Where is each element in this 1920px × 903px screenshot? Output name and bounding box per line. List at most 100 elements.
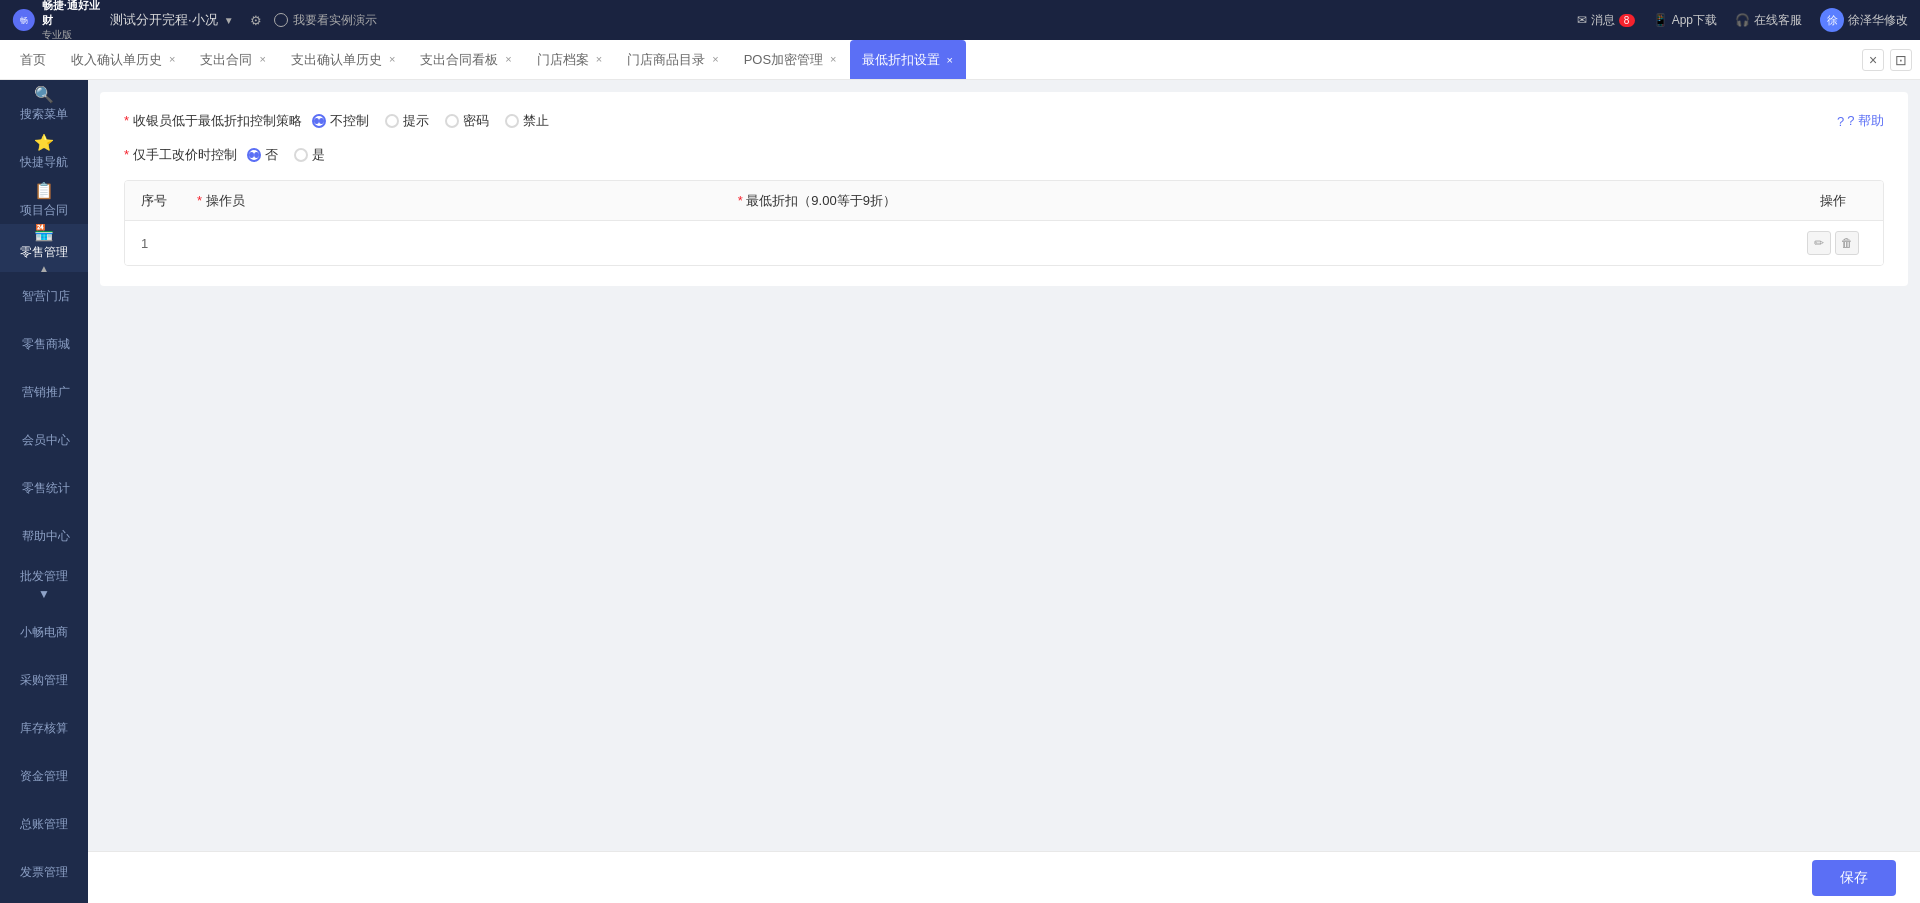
manual-required-mark: * [124, 147, 129, 162]
tab-payment-contract-close[interactable]: × [259, 54, 265, 65]
sidebar-item-capital-label: 资金管理 [20, 768, 68, 785]
sidebar-item-tax[interactable]: 税务管理 [0, 896, 88, 903]
project-arrow-icon: ▼ [224, 15, 234, 26]
logo: 畅 畅捷·通好业财 专业版 [12, 0, 100, 42]
demo-button[interactable]: 我要看实例演示 [274, 12, 377, 29]
online-service-label: 在线客服 [1754, 12, 1802, 29]
phone-icon: 📱 [1653, 13, 1668, 27]
settings-button[interactable]: ⚙ [250, 13, 262, 28]
radio-manual-yes[interactable]: 是 [294, 146, 325, 164]
tab-close-button[interactable]: × [1862, 49, 1884, 71]
tab-expand-button[interactable]: ⊡ [1890, 49, 1912, 71]
sidebar-item-help[interactable]: 帮助中心 [0, 512, 88, 560]
tabbar-actions: × ⊡ [1862, 49, 1912, 71]
tab-store-archive[interactable]: 门店档案 × [525, 40, 615, 80]
sidebar-item-purchase-label: 采购管理 [20, 672, 68, 689]
row-delete-button[interactable]: 🗑 [1835, 231, 1859, 255]
manual-control-label: * 仅手工改价时控制 [124, 146, 237, 164]
logo-icon: 畅 [12, 6, 36, 34]
tab-pos-encrypt[interactable]: POS加密管理 × [732, 40, 850, 80]
radio-password-circle [445, 114, 459, 128]
sidebar-item-search[interactable]: 🔍 搜索菜单 [0, 80, 88, 128]
sidebar-item-member[interactable]: 会员中心 [0, 416, 88, 464]
sidebar-item-retail-mall-label: 零售商城 [22, 336, 70, 353]
tab-store-archive-label: 门店档案 [537, 51, 589, 69]
tab-income-history-close[interactable]: × [169, 54, 175, 65]
th-operator: * 操作员 [185, 192, 726, 210]
tab-income-history[interactable]: 收入确认单历史 × [59, 40, 188, 80]
app-download-button[interactable]: 📱 App下载 [1653, 12, 1717, 29]
help-link[interactable]: ? ? 帮助 [1837, 112, 1884, 130]
help-label: ? 帮助 [1847, 112, 1884, 130]
page-content: * 收银员低于最低折扣控制策略 不控制 提示 [88, 80, 1920, 851]
sidebar-item-shortcut[interactable]: ⭐ 快捷导航 [0, 128, 88, 176]
sidebar: 🔍 搜索菜单 ⭐ 快捷导航 📋 项目合同 🏪 零售管理 ▲ 智营门店 零售商城 … [0, 80, 88, 903]
sidebar-item-purchase[interactable]: 采购管理 [0, 656, 88, 704]
sidebar-item-wholesale[interactable]: 批发管理 ▼ [0, 560, 88, 608]
tab-payment-board-label: 支出合同看板 [420, 51, 498, 69]
sidebar-item-inventory-label: 库存核算 [20, 720, 68, 737]
save-button[interactable]: 保存 [1812, 860, 1896, 896]
tab-min-discount[interactable]: 最低折扣设置 × [850, 40, 966, 80]
sidebar-item-retail[interactable]: 🏪 零售管理 ▲ [0, 224, 88, 272]
tab-home[interactable]: 首页 [8, 40, 59, 80]
tab-payment-board-close[interactable]: × [505, 54, 511, 65]
sidebar-item-smart-store[interactable]: 智营门店 [0, 272, 88, 320]
sidebar-item-retail-mall[interactable]: 零售商城 [0, 320, 88, 368]
online-service-button[interactable]: 🎧 在线客服 [1735, 12, 1802, 29]
radio-manual-no-circle [247, 148, 261, 162]
row-edit-button[interactable]: ✏ [1807, 231, 1831, 255]
th-discount-required: * [738, 193, 743, 208]
topbar-right: ✉ 消息 8 📱 App下载 🎧 在线客服 徐 徐泽华修改 [1577, 8, 1908, 32]
logo-text: 畅捷·通好业财 [42, 0, 100, 28]
radio-manual-no[interactable]: 否 [247, 146, 278, 164]
message-button[interactable]: ✉ 消息 8 [1577, 12, 1635, 29]
tab-min-discount-close[interactable]: × [947, 55, 953, 66]
sidebar-item-capital[interactable]: 资金管理 [0, 752, 88, 800]
tab-store-goods[interactable]: 门店商品目录 × [615, 40, 731, 80]
sidebar-item-inventory[interactable]: 库存核算 [0, 704, 88, 752]
th-seq: 序号 [125, 192, 185, 210]
radio-remind-label: 提示 [403, 112, 429, 130]
discount-strategy-required-mark: * [124, 113, 129, 128]
sidebar-item-ecommerce[interactable]: 小畅电商 [0, 608, 88, 656]
project-selector[interactable]: 测试分开完程·小况 ▼ [100, 11, 244, 29]
radio-manual-yes-label: 是 [312, 146, 325, 164]
wholesale-arrow-icon: ▼ [38, 587, 50, 601]
tab-payment-board[interactable]: 支出合同看板 × [408, 40, 524, 80]
radio-no-control[interactable]: 不控制 [312, 112, 369, 130]
tab-store-goods-close[interactable]: × [712, 54, 718, 65]
tab-pos-encrypt-close[interactable]: × [830, 54, 836, 65]
settings-card: * 收银员低于最低折扣控制策略 不控制 提示 [100, 92, 1908, 286]
tab-payment-confirm-history-label: 支出确认单历史 [291, 51, 382, 69]
svg-text:畅: 畅 [20, 15, 28, 25]
sidebar-item-retail-stats-label: 零售统计 [22, 480, 70, 497]
sidebar-item-smart-store-label: 智营门店 [22, 288, 70, 305]
tab-payment-contract[interactable]: 支出合同 × [188, 40, 278, 80]
tab-payment-confirm-history[interactable]: 支出确认单历史 × [279, 40, 408, 80]
sidebar-item-member-label: 会员中心 [22, 432, 70, 449]
sidebar-item-marketing[interactable]: 营销推广 [0, 368, 88, 416]
tab-payment-confirm-history-close[interactable]: × [389, 54, 395, 65]
sidebar-item-project-label: 项目合同 [20, 202, 68, 219]
th-discount: * 最低折扣（9.00等于9折） [726, 192, 1783, 210]
discount-strategy-label: * 收银员低于最低折扣控制策略 [124, 112, 302, 130]
sidebar-item-project[interactable]: 📋 项目合同 [0, 176, 88, 224]
sidebar-item-invoice[interactable]: 发票管理 [0, 848, 88, 896]
topbar: 畅 畅捷·通好业财 专业版 测试分开完程·小况 ▼ ⚙ 我要看实例演示 ✉ 消息… [0, 0, 1920, 40]
sidebar-item-ledger[interactable]: 总账管理 [0, 800, 88, 848]
tab-store-goods-label: 门店商品目录 [627, 51, 705, 69]
discount-table: 序号 * 操作员 * 最低折扣（9.00等于9折） 操作 1 [124, 180, 1884, 266]
sidebar-item-search-label: 搜索菜单 [20, 106, 68, 123]
user-menu[interactable]: 徐 徐泽华修改 [1820, 8, 1908, 32]
demo-circle-icon [274, 13, 288, 27]
sidebar-item-retail-stats[interactable]: 零售统计 [0, 464, 88, 512]
user-name: 徐泽华修改 [1848, 12, 1908, 29]
radio-password[interactable]: 密码 [445, 112, 489, 130]
radio-manual-yes-circle [294, 148, 308, 162]
app-download-label: App下载 [1672, 12, 1717, 29]
radio-remind[interactable]: 提示 [385, 112, 429, 130]
demo-text: 我要看实例演示 [293, 12, 377, 29]
tab-store-archive-close[interactable]: × [596, 54, 602, 65]
radio-forbid[interactable]: 禁止 [505, 112, 549, 130]
